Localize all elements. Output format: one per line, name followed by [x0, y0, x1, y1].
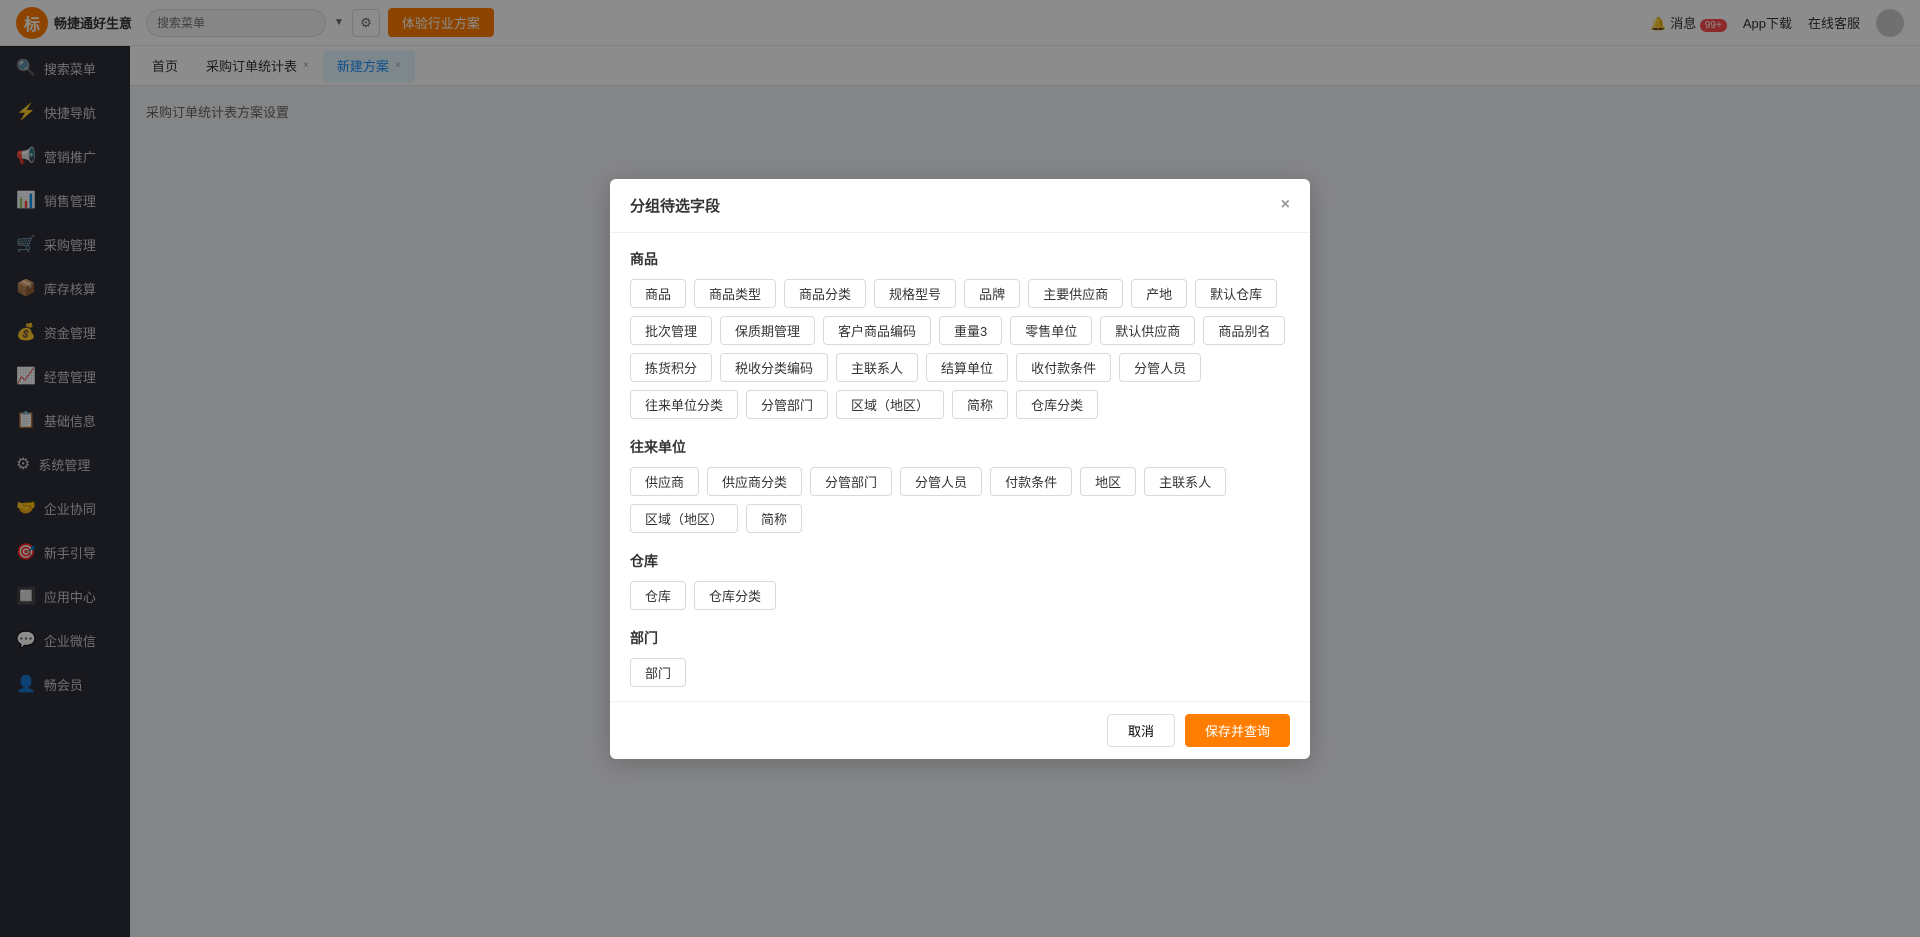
field-tag[interactable]: 分管人员 — [900, 467, 982, 496]
modal-footer: 取消 保存并查询 — [610, 701, 1310, 759]
field-tag[interactable]: 主联系人 — [836, 353, 918, 382]
field-tag[interactable]: 简称 — [952, 390, 1008, 419]
field-section-往来单位: 往来单位供应商供应商分类分管部门分管人员付款条件地区主联系人区域（地区） 简称 — [630, 437, 1290, 533]
field-tag[interactable]: 客户商品编码 — [823, 316, 931, 345]
field-tag[interactable]: 部门 — [630, 658, 686, 687]
field-tag[interactable]: 商品分类 — [784, 279, 866, 308]
field-tag[interactable]: 区域（地区） — [630, 504, 738, 533]
field-tag[interactable]: 保质期管理 — [720, 316, 815, 345]
modal-body: 商品商品商品类型商品分类规格型号品牌主要供应商产地默认仓库批次管理保质期管理客户… — [610, 233, 1310, 701]
modal-close-button[interactable]: × — [1281, 196, 1290, 214]
field-section-仓库: 仓库仓库仓库分类 — [630, 551, 1290, 610]
field-tag[interactable]: 重量3 — [939, 316, 1002, 345]
field-tag[interactable]: 默认仓库 — [1195, 279, 1277, 308]
field-tag[interactable]: 区域（地区） — [836, 390, 944, 419]
field-tag[interactable]: 结算单位 — [926, 353, 1008, 382]
field-section-商品: 商品商品商品类型商品分类规格型号品牌主要供应商产地默认仓库批次管理保质期管理客户… — [630, 249, 1290, 419]
field-tag[interactable]: 仓库分类 — [1016, 390, 1098, 419]
field-tags: 商品商品类型商品分类规格型号品牌主要供应商产地默认仓库批次管理保质期管理客户商品… — [630, 279, 1290, 419]
field-tag[interactable]: 付款条件 — [990, 467, 1072, 496]
field-tags: 部门 — [630, 658, 1290, 687]
field-tag[interactable]: 往来单位分类 — [630, 390, 738, 419]
field-tag[interactable]: 供应商分类 — [707, 467, 802, 496]
section-title: 仓库 — [630, 551, 1290, 571]
field-tag[interactable]: 分管人员 — [1119, 353, 1201, 382]
field-tag[interactable]: 分管部门 — [810, 467, 892, 496]
field-tag[interactable]: 批次管理 — [630, 316, 712, 345]
field-tag[interactable]: 税收分类编码 — [720, 353, 828, 382]
field-tag[interactable]: 简称 — [746, 504, 802, 533]
field-tag[interactable]: 默认供应商 — [1100, 316, 1195, 345]
section-title: 往来单位 — [630, 437, 1290, 457]
field-tag[interactable]: 商品 — [630, 279, 686, 308]
modal-title: 分组待选字段 — [630, 195, 720, 216]
field-tag[interactable]: 拣货积分 — [630, 353, 712, 382]
field-tag[interactable]: 收付款条件 — [1016, 353, 1111, 382]
modal-header: 分组待选字段 × — [610, 179, 1310, 233]
modal-overlay: 分组待选字段 × 商品商品商品类型商品分类规格型号品牌主要供应商产地默认仓库批次… — [0, 0, 1920, 937]
field-tag[interactable]: 分管部门 — [746, 390, 828, 419]
field-tags: 供应商供应商分类分管部门分管人员付款条件地区主联系人区域（地区） 简称 — [630, 467, 1290, 533]
field-tag[interactable]: 主联系人 — [1144, 467, 1226, 496]
field-tag[interactable]: 仓库分类 — [694, 581, 776, 610]
field-tags: 仓库仓库分类 — [630, 581, 1290, 610]
field-section-部门: 部门部门 — [630, 628, 1290, 687]
field-tag[interactable]: 商品别名 — [1203, 316, 1285, 345]
field-tag[interactable]: 仓库 — [630, 581, 686, 610]
field-tag[interactable]: 供应商 — [630, 467, 699, 496]
field-tag[interactable]: 主要供应商 — [1028, 279, 1123, 308]
field-tag[interactable]: 品牌 — [964, 279, 1020, 308]
field-tag[interactable]: 产地 — [1131, 279, 1187, 308]
field-tag[interactable]: 商品类型 — [694, 279, 776, 308]
section-title: 商品 — [630, 249, 1290, 269]
modal: 分组待选字段 × 商品商品商品类型商品分类规格型号品牌主要供应商产地默认仓库批次… — [610, 179, 1310, 759]
cancel-button[interactable]: 取消 — [1107, 714, 1175, 747]
field-tag[interactable]: 规格型号 — [874, 279, 956, 308]
section-title: 部门 — [630, 628, 1290, 648]
field-tag[interactable]: 零售单位 — [1010, 316, 1092, 345]
confirm-button[interactable]: 保存并查询 — [1185, 714, 1290, 747]
field-tag[interactable]: 地区 — [1080, 467, 1136, 496]
